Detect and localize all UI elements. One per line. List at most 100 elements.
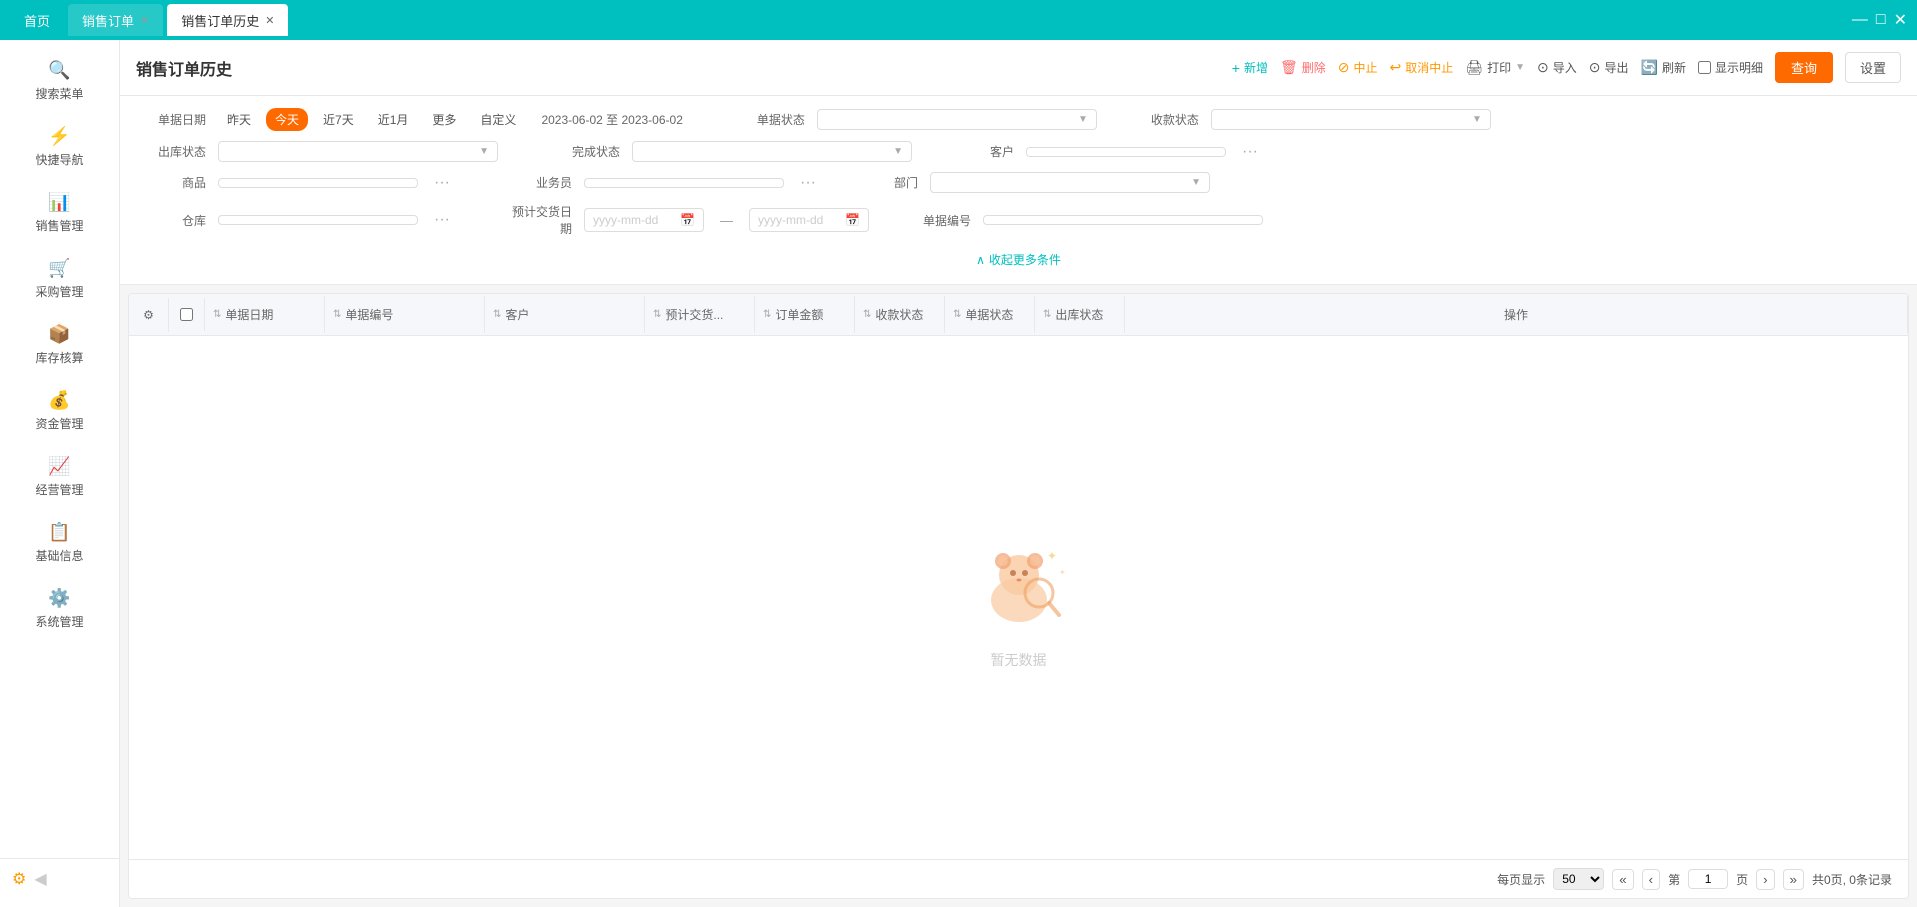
sidebar-label-basic: 基础信息 [35,547,83,564]
delivery-start-input[interactable]: yyyy-mm-dd 📅 [584,208,704,232]
customer-input[interactable] [1026,147,1226,157]
sort-status-icon: ⇅ [953,309,961,320]
delivery-end-calendar-icon[interactable]: 📅 [845,213,860,227]
product-input[interactable] [218,178,418,188]
date-options: 昨天 今天 近7天 近1月 更多 自定义 [218,108,525,131]
per-page-select[interactable]: 50 100 [1553,868,1604,890]
sidebar-label-operations: 经营管理 [35,481,83,498]
inventory-icon: 📦 [48,324,70,345]
import-button[interactable]: ⊙ 导入 [1537,59,1577,76]
tab-sales-order-label: 销售订单 [82,11,134,30]
svg-text:✦: ✦ [1059,568,1066,577]
maximize-icon[interactable]: □ [1876,11,1886,29]
tab-sales-history[interactable]: 销售订单历史 ✕ [167,4,288,36]
refresh-label: 刷新 [1662,59,1686,76]
setting-button[interactable]: 设置 [1845,52,1901,83]
first-page-button[interactable]: « [1612,869,1633,890]
customer-dots[interactable]: ··· [1242,143,1258,161]
th-no[interactable]: ⇅ 单据编号 [325,296,485,333]
refresh-button[interactable]: 🔄 刷新 [1641,59,1686,76]
print-button[interactable]: 🖨 打印 ▼ [1465,59,1525,76]
warehouse-dots[interactable]: ··· [434,211,450,229]
settings-icon[interactable]: ⚙ [143,308,154,322]
date-btn-1month[interactable]: 近1月 [369,108,418,131]
tab-sales-history-label: 销售订单历史 [181,11,259,30]
date-btn-more[interactable]: 更多 [423,108,465,131]
delete-label: 删除 [1302,59,1326,76]
warehouse-input[interactable] [218,215,418,225]
sort-out-icon: ⇅ [1043,309,1051,320]
minimize-icon[interactable]: — [1852,11,1868,29]
collapse-sidebar-icon[interactable]: ◀ [34,869,46,889]
sidebar-item-search[interactable]: 🔍 搜索菜单 [0,48,119,114]
window-close-icon[interactable]: ✕ [1894,10,1907,30]
date-btn-custom[interactable]: 自定义 [471,108,525,131]
date-label: 单据日期 [136,111,206,128]
th-date[interactable]: ⇅ 单据日期 [205,296,325,333]
th-checkbox[interactable] [169,298,205,331]
tab-home[interactable]: 首页 [10,4,64,36]
sidebar-label-inventory: 库存核算 [35,349,83,366]
bill-no-input[interactable] [983,215,1263,225]
show-detail-input[interactable] [1698,61,1711,74]
sidebar-item-sales[interactable]: 📊 销售管理 [0,180,119,246]
th-payment-status[interactable]: ⇅ 收款状态 [855,296,945,333]
th-customer[interactable]: ⇅ 客户 [485,296,645,333]
sidebar-item-basic[interactable]: 📋 基础信息 [0,510,119,576]
sort-amount-icon: ⇅ [763,309,771,320]
settings-bottom-icon[interactable]: ⚙ [12,869,26,889]
th-amount[interactable]: ⇅ 订单金额 [755,296,855,333]
delivery-start-calendar-icon[interactable]: 📅 [680,213,695,227]
sidebar-item-nav[interactable]: ⚡ 快捷导航 [0,114,119,180]
content-area: 销售订单历史 + 新增 🗑 删除 ⊘ 中止 ↩ 取消中止 [120,40,1917,907]
cancel-stop-button[interactable]: ↩ 取消中止 [1390,59,1454,76]
sidebar-item-purchase[interactable]: 🛒 采购管理 [0,246,119,312]
date-btn-7days[interactable]: 近7天 [314,108,363,131]
date-btn-yesterday[interactable]: 昨天 [218,108,260,131]
svg-text:✦: ✦ [1047,549,1057,563]
bill-status-arrow-icon: ▼ [1078,114,1088,125]
date-btn-today[interactable]: 今天 [266,108,308,131]
dept-select[interactable]: ▼ [930,172,1210,193]
salesman-input[interactable] [584,178,784,188]
collapse-row[interactable]: ∧ 收起更多条件 [136,247,1901,272]
product-dots[interactable]: ··· [434,174,450,192]
tab-history-close-icon[interactable]: ✕ [265,14,274,27]
complete-status-select[interactable]: ▼ [632,141,912,162]
query-button[interactable]: 查询 [1775,52,1833,83]
show-detail-checkbox[interactable]: 显示明细 [1698,59,1763,76]
prev-page-button[interactable]: ‹ [1642,869,1660,890]
sidebar-item-system[interactable]: ⚙️ 系统管理 [0,576,119,642]
sidebar-label-sales: 销售管理 [35,217,83,234]
last-page-button[interactable]: » [1783,869,1804,890]
select-all-checkbox[interactable] [180,308,193,321]
new-button[interactable]: + 新增 [1232,59,1268,76]
th-bill-status[interactable]: ⇅ 单据状态 [945,296,1035,333]
th-delivery[interactable]: ⇅ 预计交货... [645,296,755,333]
export-button[interactable]: ⊙ 导出 [1589,59,1629,76]
delivery-end-input[interactable]: yyyy-mm-dd 📅 [749,208,869,232]
sidebar-item-finance[interactable]: 💰 资金管理 [0,378,119,444]
payment-status-label: 收款状态 [1129,111,1199,128]
salesman-dots[interactable]: ··· [800,174,816,192]
bill-no-label: 单据编号 [901,212,971,229]
next-page-button[interactable]: › [1756,869,1774,890]
system-icon: ⚙️ [48,588,70,609]
sidebar-item-inventory[interactable]: 📦 库存核算 [0,312,119,378]
delete-button[interactable]: 🗑 删除 [1280,59,1326,76]
sort-delivery-icon: ⇅ [653,309,661,320]
sidebar-item-operations[interactable]: 📈 经营管理 [0,444,119,510]
tab-close-icon[interactable]: ✕ [140,14,149,27]
page-number-input[interactable] [1688,869,1728,889]
payment-status-select[interactable]: ▼ [1211,109,1491,130]
tab-sales-order[interactable]: 销售订单 ✕ [68,4,163,36]
sidebar-label-purchase: 采购管理 [35,283,83,300]
out-status-select[interactable]: ▼ [218,141,498,162]
th-out-status[interactable]: ⇅ 出库状态 [1035,296,1125,333]
th-settings[interactable]: ⚙ [129,298,169,332]
delivery-start-placeholder: yyyy-mm-dd [593,213,658,227]
stop-button[interactable]: ⊘ 中止 [1338,59,1378,76]
export-icon: ⊙ [1589,59,1601,76]
th-amount-label: 订单金额 [775,306,823,323]
bill-status-select[interactable]: ▼ [817,109,1097,130]
